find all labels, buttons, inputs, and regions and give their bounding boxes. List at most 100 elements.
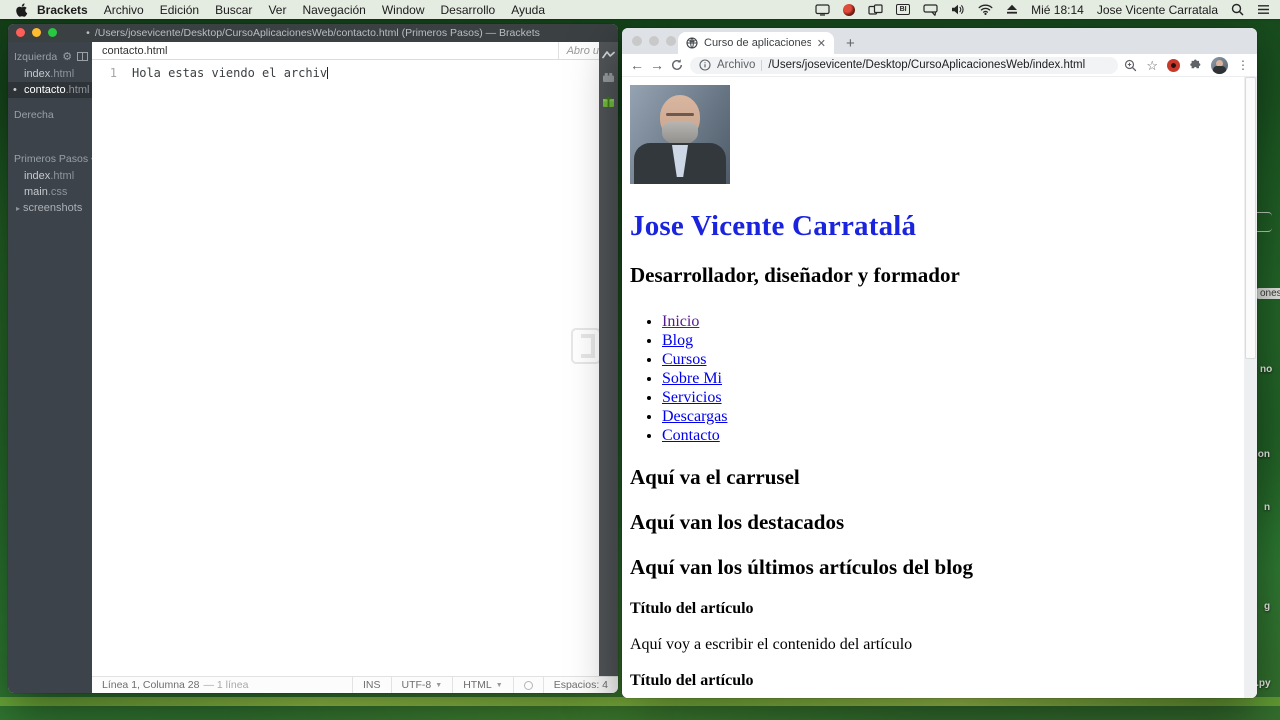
list-item: Inicio (662, 312, 1249, 331)
working-file-contacto-active[interactable]: • contacto.html (8, 82, 92, 98)
active-app-menu[interactable]: Brackets (37, 3, 88, 17)
list-item: Sobre Mi (662, 369, 1249, 388)
profile-photo (630, 85, 730, 184)
brackets-title-bar[interactable]: • /Users/josevicente/Desktop/CursoAplica… (8, 24, 618, 42)
nav-link-servicios[interactable]: Servicios (662, 389, 722, 406)
project-file-index[interactable]: index.html (8, 168, 92, 184)
chrome-menu-icon[interactable]: ⋮ (1237, 58, 1249, 72)
address-bar[interactable]: Archivo /Users/josevicente/Desktop/Curso… (690, 56, 1119, 74)
cursor-position: Línea 1, Columna 28 (102, 679, 200, 691)
browser-viewport: Jose Vicente Carratalá Desarrollador, di… (622, 77, 1257, 698)
menu-window[interactable]: Window (382, 3, 425, 17)
close-button[interactable] (16, 28, 25, 37)
windows-pair-icon[interactable] (868, 3, 883, 16)
code-editor[interactable]: 1 Hola estas viendo el archiv CO TH WE (92, 60, 618, 676)
nav-link-cursos[interactable]: Cursos (662, 351, 706, 368)
menu-bar: Brackets Archivo Edición Buscar Ver Nave… (0, 0, 1280, 19)
reload-button[interactable] (670, 58, 684, 72)
zoom-button[interactable] (48, 28, 57, 37)
nav-link-descargas[interactable]: Descargas (662, 408, 727, 425)
globe-favicon (686, 37, 698, 49)
close-button[interactable] (632, 36, 642, 46)
omnibox-divider (761, 59, 763, 71)
display-input-icon[interactable] (923, 3, 938, 16)
fast-user-switch[interactable]: Jose Vicente Carratala (1097, 3, 1218, 17)
screen-mirroring-icon[interactable] (815, 3, 830, 16)
desktop-file-label[interactable]: ion (1255, 449, 1270, 460)
menu-buscar[interactable]: Buscar (215, 3, 252, 17)
tab-contacto-html[interactable]: contacto.html (92, 45, 558, 57)
url-text: /Users/josevicente/Desktop/CursoAplicaci… (768, 59, 1086, 71)
minimize-button[interactable] (649, 36, 659, 46)
nav-link-blog[interactable]: Blog (662, 332, 693, 349)
nav-link-contacto[interactable]: Contacto (662, 427, 720, 444)
puzzle-extension-icon[interactable] (1189, 59, 1202, 72)
nav-link-list: Inicio Blog Cursos Sobre Mi Servicios De… (630, 312, 1249, 445)
minimize-button[interactable] (32, 28, 41, 37)
new-tab-button[interactable]: + (846, 36, 855, 51)
article-body: Aquí voy a escribir el contenido del art… (630, 636, 913, 653)
zoom-button[interactable] (666, 36, 676, 46)
browser-tab[interactable]: Curso de aplicaciones Web ✕ (678, 32, 834, 54)
desktop-file-label[interactable]: n (1264, 502, 1270, 513)
project-file-main[interactable]: main.css (8, 184, 92, 200)
desktop: { "menu_bar": { "app_name": "Brackets", … (0, 0, 1280, 720)
desktop-file-label[interactable]: no (1260, 364, 1272, 375)
list-item: Descargas (662, 407, 1249, 426)
text-caret (327, 67, 329, 79)
indent-setting[interactable]: Espacios: 4 (542, 677, 618, 693)
boot-integrity-icon[interactable]: BI (896, 4, 911, 15)
scrollbar-track[interactable] (1244, 77, 1257, 698)
volume-icon[interactable] (951, 4, 965, 15)
apple-menu-icon[interactable] (16, 2, 29, 17)
desktop-file-label[interactable]: ones (1256, 288, 1280, 299)
info-icon[interactable] (699, 59, 711, 71)
wifi-icon[interactable] (978, 4, 993, 15)
language-selector[interactable]: HTML ▼ (452, 677, 513, 693)
menu-desarrollo[interactable]: Desarrollo (441, 3, 496, 17)
menu-ayuda[interactable]: Ayuda (511, 3, 545, 17)
working-file-index[interactable]: index.html (8, 66, 92, 82)
article-title: Título del artículo (630, 600, 754, 617)
chrome-tab-strip[interactable]: Curso de aplicaciones Web ✕ + (622, 28, 1257, 54)
scrollbar-thumb[interactable] (1245, 77, 1256, 359)
gift-extension-icon[interactable] (602, 95, 615, 108)
tab-close-icon[interactable]: ✕ (817, 37, 826, 50)
eject-icon[interactable] (1006, 4, 1018, 15)
record-status-icon[interactable] (843, 3, 856, 16)
extension-manager-icon[interactable] (602, 72, 615, 83)
split-pane-icon[interactable] (77, 52, 89, 61)
zoom-page-icon[interactable] (1124, 59, 1137, 72)
menu-ver[interactable]: Ver (268, 3, 286, 17)
chevron-right-icon: ▸ (16, 204, 21, 213)
url-scheme-label: Archivo (717, 59, 756, 71)
notification-center-icon[interactable] (1257, 4, 1270, 15)
project-dropdown[interactable]: Primeros Pasos ▾ (8, 150, 95, 168)
back-button[interactable]: ← (630, 58, 644, 72)
brackets-toolbar (599, 42, 618, 676)
lint-status[interactable] (512, 677, 543, 693)
chrome-toolbar: ← → Archivo /Users/josevicente/Desktop/C… (622, 54, 1257, 77)
list-item: Contacto (662, 426, 1249, 445)
live-preview-icon[interactable] (602, 50, 615, 60)
menu-navegacion[interactable]: Navegación (302, 3, 365, 17)
profile-avatar[interactable] (1211, 56, 1228, 74)
encoding-selector[interactable]: UTF-8 ▼ (390, 677, 453, 693)
project-folder-screenshots[interactable]: ▸ screenshots (8, 200, 92, 216)
insert-mode-toggle[interactable]: INS (351, 677, 391, 693)
extension-adblock-icon[interactable] (1167, 58, 1180, 72)
menu-edicion[interactable]: Edición (160, 3, 199, 17)
lint-status-icon (523, 680, 533, 690)
bookmark-star-icon[interactable]: ☆ (1146, 59, 1158, 72)
desktop-file-label[interactable]: g (1264, 601, 1270, 612)
section-heading-blog: Aquí van los últimos artículos del blog (630, 555, 974, 579)
forward-button[interactable]: → (650, 58, 664, 72)
clock[interactable]: Mié 18:14 (1031, 3, 1084, 17)
page-subtitle: Desarrollador, diseñador y formador (630, 263, 960, 287)
nav-link-inicio[interactable]: Inicio (662, 313, 699, 330)
spotlight-search-icon[interactable] (1231, 3, 1244, 16)
nav-link-sobre-mi[interactable]: Sobre Mi (662, 370, 722, 387)
menu-archivo[interactable]: Archivo (104, 3, 144, 17)
gear-icon[interactable]: ⚙ (62, 50, 72, 63)
chrome-window: Curso de aplicaciones Web ✕ + ← → Archiv… (622, 28, 1257, 698)
